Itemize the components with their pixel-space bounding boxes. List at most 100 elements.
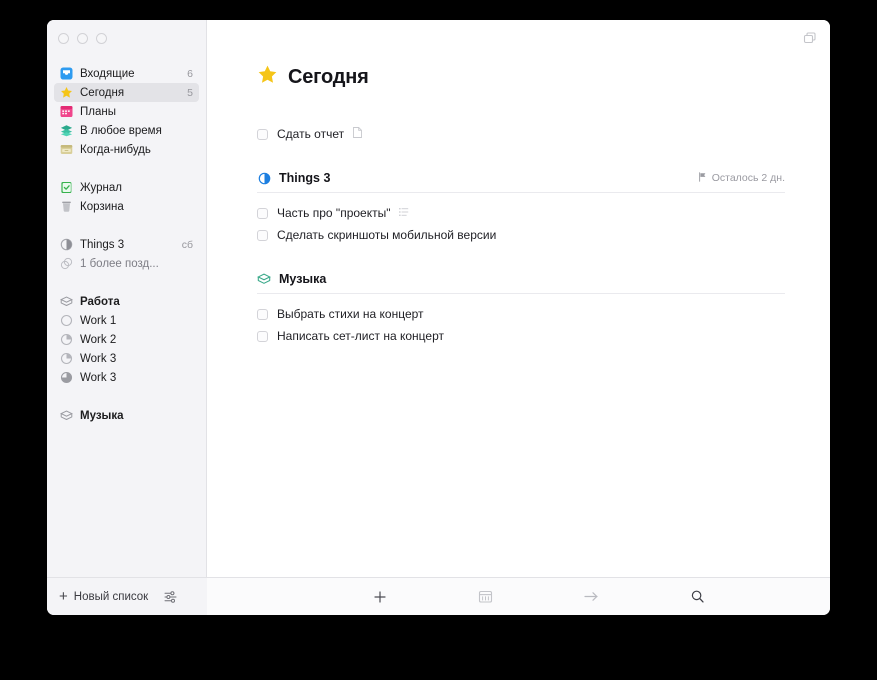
sidebar-item-anytime[interactable]: В любое время [54,121,199,140]
star-icon [257,64,278,90]
sidebar-group-projects: Things 3 сб 1 более позд... [47,235,206,273]
traffic-light-controls [47,20,206,56]
sidebar-item-logbook[interactable]: Журнал [54,178,199,197]
sidebar-item-project-things3[interactable]: Things 3 сб [54,235,199,254]
new-list-label: Новый список [73,590,149,603]
sidebar-item-project-work-2[interactable]: Work 2 [54,330,199,349]
sidebar-item-inbox[interactable]: Входящие 6 [54,64,199,83]
note-icon [353,127,363,141]
sidebar-item-label: Work 3 [80,371,117,384]
sidebar-divider-4 [47,395,206,406]
sidebar-item-label: Входящие [80,67,135,80]
task-group-header[interactable]: Things 3 Осталось 2 дн. [257,171,785,193]
drawer-icon [60,143,73,156]
project-progress-75-icon [60,371,73,384]
checklist-icon [399,206,409,220]
sidebar-item-area-muzyka[interactable]: Музыка [54,406,199,425]
sidebar-group-main: Входящие 6 Сегодня 5 Планы В любое время… [47,64,206,159]
minimize-button[interactable] [77,32,88,44]
sidebar-item-count: сб [181,238,193,251]
sidebar-item-more-later[interactable]: 1 более позд... [54,254,199,273]
layers-icon [60,124,73,137]
new-todo-button[interactable] [369,586,391,608]
sidebar-item-label: Сегодня [80,86,125,99]
task-group: Музыка Выбрать стихи на концерт Написать… [257,272,785,347]
sidebar-nav: Входящие 6 Сегодня 5 Планы В любое время… [47,56,206,577]
sidebar-footer: + Новый список [47,577,207,615]
task-checkbox[interactable] [257,330,268,342]
sidebar-item-label: Когда-нибудь [80,143,151,156]
new-list-button[interactable]: + Новый список [59,589,148,604]
project-progress-0-icon [60,314,73,327]
sidebar-item-label: Work 3 [80,352,117,365]
area-box-icon [60,295,73,308]
task-title: Сдать отчет [277,127,345,141]
sidebar-item-project-work-3a[interactable]: Work 3 [54,349,199,368]
area-box-icon [60,409,73,422]
sliders-icon[interactable] [160,586,182,608]
sidebar-item-count: 6 [187,67,193,80]
sidebar-item-someday[interactable]: Когда-нибудь [54,140,199,159]
task-row[interactable]: Написать сет-лист на концерт [257,325,785,347]
page-title-text: Сегодня [288,65,369,88]
bottom-toolbar-icons [207,586,830,608]
sidebar-item-label: В любое время [80,124,162,137]
task-group: Things 3 Осталось 2 дн. Часть про "проек… [257,171,785,246]
bottom-toolbar [207,577,830,615]
sidebar-group-work-area: Работа Work 1 Work 2 Work 3 Work 3 [47,292,206,387]
logbook-icon [60,181,73,194]
sidebar-item-label: Музыка [80,409,124,422]
task-group-title: Музыка [279,272,327,286]
close-button[interactable] [58,32,69,44]
task-row[interactable]: Часть про "проекты" [257,202,785,224]
task-title: Часть про "проекты" [277,206,391,220]
task-checkbox[interactable] [257,229,268,241]
task-row[interactable]: Сделать скриншоты мобильной версии [257,224,785,246]
task-checkbox[interactable] [257,128,268,140]
task-row[interactable]: Выбрать стихи на концерт [257,303,785,325]
task-checkbox[interactable] [257,308,268,320]
today-list: Сегодня Сдать отчет Things 3 Осталось 2 … [207,20,830,577]
sidebar-item-label: Журнал [80,181,122,194]
sidebar-item-label: Работа [80,295,120,308]
project-progress-icon [257,171,271,185]
things-app-window: Входящие 6 Сегодня 5 Планы В любое время… [47,20,830,615]
window-body: Входящие 6 Сегодня 5 Планы В любое время… [47,20,830,577]
sidebar-group-music-area: Музыка [47,406,206,425]
project-progress-25-icon [60,333,73,346]
sidebar-item-trash[interactable]: Корзина [54,197,199,216]
main-content: Сегодня Сдать отчет Things 3 Осталось 2 … [207,20,830,577]
sidebar-item-label: Work 2 [80,333,117,346]
plus-icon: + [59,588,68,605]
project-progress-25-icon [60,352,73,365]
sidebar-item-label: Корзина [80,200,124,213]
move-button[interactable] [580,586,602,608]
sidebar-item-count: 5 [187,86,193,99]
deadline-badge: Осталось 2 дн. [698,171,785,185]
sidebar-item-today[interactable]: Сегодня 5 [54,83,199,102]
sidebar-item-label: Work 1 [80,314,117,327]
sidebar-item-label: 1 более позд... [80,257,159,270]
task-title: Выбрать стихи на концерт [277,307,424,321]
sidebar: Входящие 6 Сегодня 5 Планы В любое время… [47,20,207,577]
sidebar-divider-3 [47,281,206,292]
search-button[interactable] [686,586,708,608]
task-group-header[interactable]: Музыка [257,272,785,294]
area-box-icon [257,272,271,286]
sidebar-item-label: Планы [80,105,116,118]
duplicate-windows-icon[interactable] [802,30,818,46]
sidebar-item-project-work-1[interactable]: Work 1 [54,311,199,330]
sidebar-item-area-rabota[interactable]: Работа [54,292,199,311]
sidebar-item-upcoming[interactable]: Планы [54,102,199,121]
task-checkbox[interactable] [257,207,268,219]
sidebar-item-project-work-3b[interactable]: Work 3 [54,368,199,387]
window-footer: + Новый список [47,577,830,615]
sidebar-divider-1 [47,167,206,178]
schedule-button[interactable] [475,586,497,608]
zoom-button[interactable] [96,32,107,44]
star-icon [60,86,73,99]
task-row[interactable]: Сдать отчет [257,123,785,145]
calendar-icon [60,105,73,118]
inbox-tray-icon [60,67,73,80]
trash-icon [60,200,73,213]
